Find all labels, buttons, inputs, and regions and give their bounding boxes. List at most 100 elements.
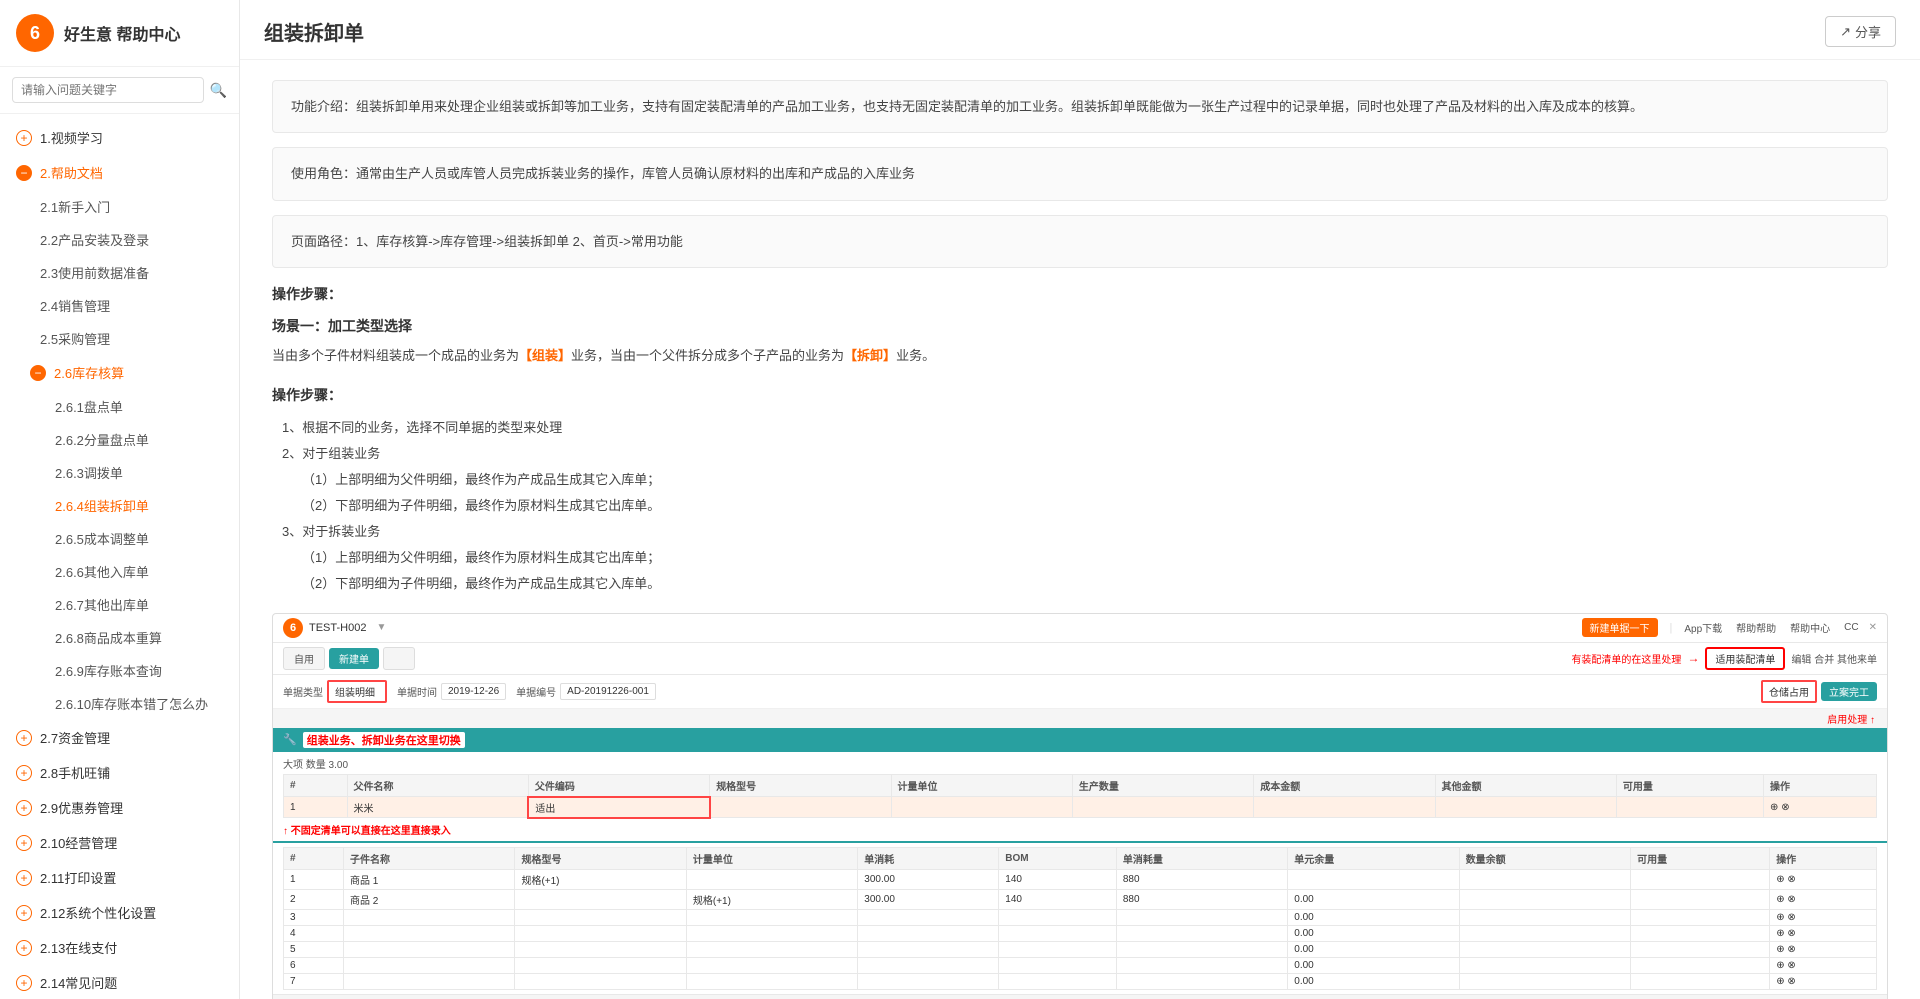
table-row: 7 0.00 ⊕ ⊗: [284, 973, 1877, 989]
sidebar-item-2-6-6[interactable]: 2.6.6其他入库单: [0, 555, 239, 588]
btd-sqty: 880: [1116, 869, 1287, 889]
bth-qtyrm: 数量余额: [1459, 847, 1630, 869]
mock-app-btn: App下载: [1684, 620, 1722, 635]
step-3-2: （2）下部明细为子件明细，最终作为产成品生成其它入库单。: [302, 571, 1888, 597]
btd-op: ⊕ ⊗: [1770, 869, 1877, 889]
mock-close-btn: ✕: [1869, 622, 1877, 633]
sidebar-item-2-5[interactable]: 2.5采购管理: [0, 322, 239, 355]
step-2-1: （1）上部明细为父件明细，最终作为产成品生成其它入库单；: [302, 467, 1888, 493]
btd2-qrem: [1459, 889, 1630, 909]
bth-single: 单消耗: [858, 847, 999, 869]
sidebar-item-2-4[interactable]: 2.4销售管理: [0, 289, 239, 322]
btd-name: 商品 1: [344, 869, 515, 889]
bth-singleqty: 单消耗量: [1116, 847, 1287, 869]
sidebar-item-2-3[interactable]: 2.3使用前数据准备: [0, 256, 239, 289]
mock-user-btn: CC: [1844, 622, 1858, 633]
th-actions: 操作: [1764, 774, 1877, 797]
mock-label-type: 单据类型: [283, 684, 323, 699]
mock-store-input: 仓储占用: [1761, 680, 1817, 703]
sidebar-item-2-13-label: 2.13在线支付: [40, 938, 117, 957]
sidebar-item-2-12[interactable]: + 2.12系统个性化设置: [0, 895, 239, 930]
expand-icon-2-11: +: [16, 870, 32, 886]
sidebar-item-2-11[interactable]: + 2.11打印设置: [0, 860, 239, 895]
th-parent-code: 父件编码: [528, 774, 709, 797]
role-intro-text: 使用角色：通常由生产人员或库管人员完成拆装业务的操作，库管人员确认原材料的出库和…: [291, 166, 915, 181]
sidebar-item-2-14[interactable]: + 2.14常见问题: [0, 965, 239, 999]
sidebar-item-2-6-4[interactable]: 2.6.4组装拆卸单: [0, 489, 239, 522]
steps-sub-title: 操作步骤：: [272, 385, 1888, 405]
collapse-icon-2-6: −: [30, 365, 46, 381]
sidebar-item-1[interactable]: + 1.视频学习: [0, 120, 239, 155]
bth-avail: 可用量: [1631, 847, 1770, 869]
scene1-title: 场景一：加工类型选择: [272, 316, 1888, 336]
role-intro-block: 使用角色：通常由生产人员或库管人员完成拆装业务的操作，库管人员确认原材料的出库和…: [272, 147, 1888, 200]
mock-tab-home: 自用: [283, 647, 325, 670]
search-icon[interactable]: 🔍: [210, 82, 227, 99]
mock-form-row: 单据类型 组装明细 单据时间 2019-12-26 单据编号 AD-201912…: [273, 675, 1887, 709]
expand-icon-2-13: +: [16, 940, 32, 956]
sidebar-item-2-6-3[interactable]: 2.6.3调拨单: [0, 456, 239, 489]
bth-op: 操作: [1770, 847, 1877, 869]
expand-icon-2-9: +: [16, 800, 32, 816]
mock-application: 6 TEST-H002 ▼ 新建单据一下 | App下载 帮助帮助 帮助中心 C…: [273, 614, 1887, 999]
th-parent-name: 父件名称: [347, 774, 528, 797]
btd2-code: [515, 889, 686, 909]
mock-annotation-enable: 仓储占用 立案完工: [1761, 680, 1877, 703]
table-row: 6 0.00 ⊕ ⊗: [284, 957, 1877, 973]
mock-dropdown-arrow: ▼: [376, 622, 386, 633]
sidebar-item-2-10[interactable]: + 2.10经营管理: [0, 825, 239, 860]
bth-bom: BOM: [999, 847, 1117, 869]
bth-unitrem: 单元余量: [1288, 847, 1459, 869]
btd2-avail: [1631, 889, 1770, 909]
sidebar-item-2-6-8[interactable]: 2.6.8商品成本重算: [0, 621, 239, 654]
sidebar-item-2-6-10[interactable]: 2.6.10库存账本错了怎么办: [0, 687, 239, 720]
td-spec: [710, 797, 891, 818]
main-header: 组装拆卸单 ↗ 分享: [240, 0, 1920, 60]
sidebar-item-2-2[interactable]: 2.2产品安装及登录: [0, 223, 239, 256]
sidebar-item-2-7-label: 2.7资金管理: [40, 728, 110, 747]
search-box: 🔍: [0, 67, 239, 114]
sidebar-item-2-14-label: 2.14常见问题: [40, 973, 117, 992]
sidebar-item-2-9-label: 2.9优惠券管理: [40, 798, 123, 817]
step-1: 1、根据不同的业务，选择不同单据的类型来处理: [282, 415, 1888, 441]
sidebar-item-2-6-1[interactable]: 2.6.1盘点单: [0, 390, 239, 423]
btd-single: 300.00: [858, 869, 999, 889]
sidebar-item-2-7[interactable]: + 2.7资金管理: [0, 720, 239, 755]
sidebar-item-2[interactable]: − 2.帮助文档: [0, 155, 239, 190]
sidebar-item-2-6-label: 2.6库存核算: [54, 363, 124, 382]
mock-section-header: 🔧 组装业务、拆卸业务在这里切换: [273, 728, 1887, 752]
sidebar-item-2-1[interactable]: 2.1新手入门: [0, 190, 239, 223]
sidebar-item-2-6-7[interactable]: 2.6.7其他出库单: [0, 588, 239, 621]
sidebar-item-2-6-2[interactable]: 2.6.2分量盘点单: [0, 423, 239, 456]
sidebar-item-2-6-9[interactable]: 2.6.9库存账本查询: [0, 654, 239, 687]
mock-bottom-table-area: # 子件名称 规格型号 计量单位 单消耗 BOM 单消耗量 单元余量 数量余额 …: [273, 841, 1887, 994]
step-2: 2、对于组装业务: [282, 441, 1888, 467]
mock-logo: 6: [283, 618, 303, 638]
annotation-arrow-1: →: [1687, 651, 1699, 665]
th-spec: 规格型号: [710, 774, 891, 797]
td-cost: [1254, 797, 1435, 818]
td-parent-name: 米米: [347, 797, 528, 818]
sidebar-item-2-6-5[interactable]: 2.6.5成本调整单: [0, 522, 239, 555]
sidebar-item-2-label: 2.帮助文档: [40, 163, 103, 182]
expand-icon-2-10: +: [16, 835, 32, 851]
sidebar-item-2-6[interactable]: − 2.6库存核算: [0, 355, 239, 390]
sidebar-item-2-9[interactable]: + 2.9优惠券管理: [0, 790, 239, 825]
sidebar-item-2-12-label: 2.12系统个性化设置: [40, 903, 156, 922]
btd2-name: 商品 2: [344, 889, 515, 909]
expand-icon-2-7: +: [16, 730, 32, 746]
sidebar-logo: 6 好生意 帮助中心: [0, 0, 239, 67]
share-icon: ↗: [1840, 24, 1851, 40]
btd-urem: [1288, 869, 1459, 889]
share-button[interactable]: ↗ 分享: [1825, 16, 1896, 47]
sidebar: 6 好生意 帮助中心 🔍 + 1.视频学习 − 2.帮助文档 2.1新手入门 2…: [0, 0, 240, 999]
steps-list: 1、根据不同的业务，选择不同单据的类型来处理 2、对于组装业务 （1）上部明细为…: [272, 415, 1888, 597]
sidebar-item-2-13[interactable]: + 2.13在线支付: [0, 930, 239, 965]
expand-icon-2-12: +: [16, 905, 32, 921]
step-2-2: （2）下部明细为子件明细，最终作为原材料生成其它出库单。: [302, 493, 1888, 519]
search-input[interactable]: [12, 77, 204, 103]
scene1-desc: 当由多个子件材料组装成一个成品的业务为【组装】业务，当由一个父件拆分成多个子产品…: [272, 344, 1888, 369]
sidebar-item-2-8[interactable]: + 2.8手机旺铺: [0, 755, 239, 790]
mock-input-type: 组装明细: [327, 680, 387, 703]
bth-unit: 计量单位: [686, 847, 857, 869]
